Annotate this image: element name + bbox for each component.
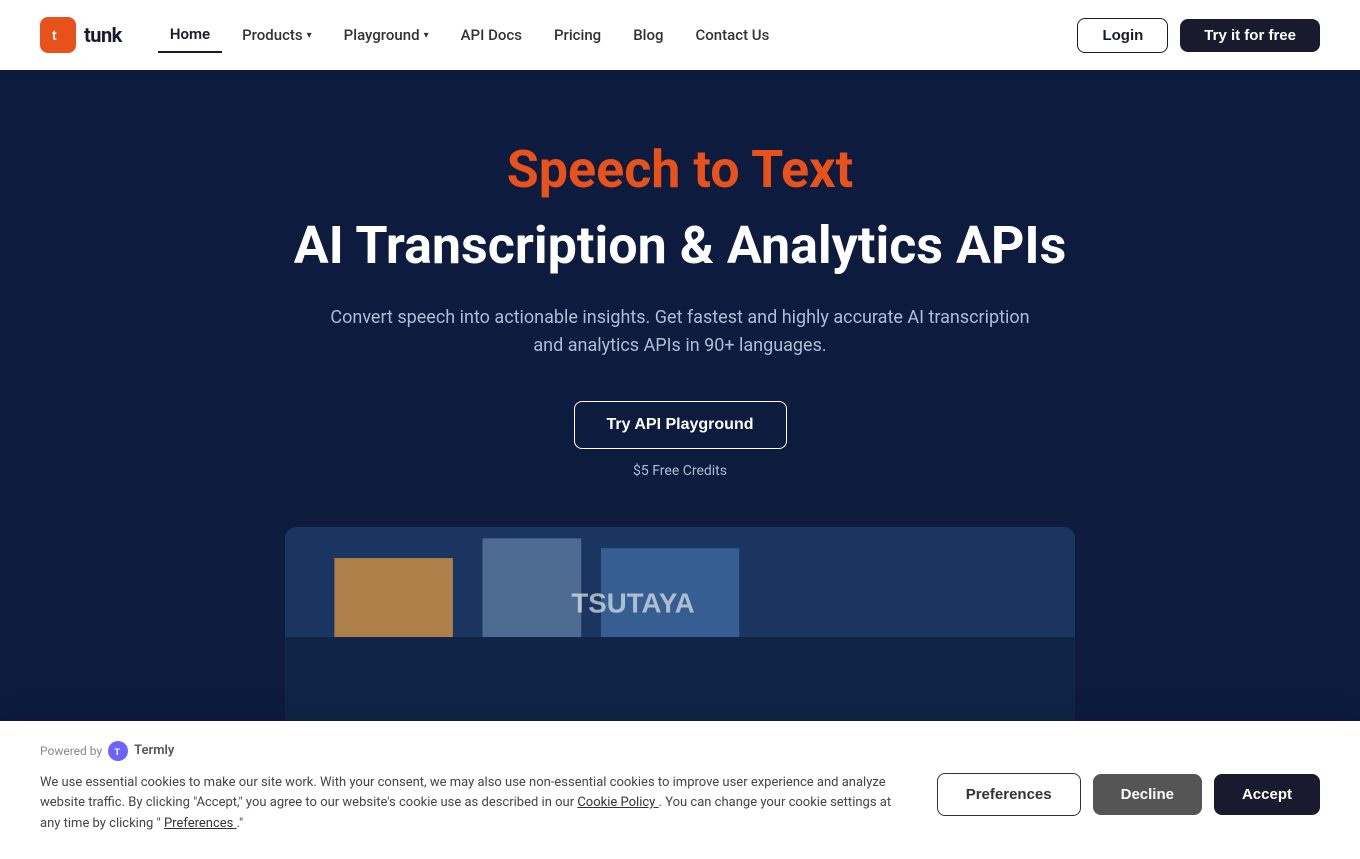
nav-playground[interactable]: Playground ▾ (332, 18, 441, 52)
nav-blog[interactable]: Blog (621, 18, 675, 52)
navbar: t tunk Home Products ▾ Playground ▾ API … (0, 0, 1360, 70)
nav-pricing[interactable]: Pricing (542, 18, 613, 52)
hero-subtitle: Convert speech into actionable insights.… (330, 304, 1030, 362)
nav-home[interactable]: Home (158, 17, 222, 53)
preferences-button[interactable]: Preferences (937, 773, 1081, 816)
accept-button[interactable]: Accept (1214, 774, 1320, 815)
nav-products[interactable]: Products ▾ (230, 18, 324, 52)
termly-label: Termly (134, 743, 174, 758)
products-chevron-icon: ▾ (307, 30, 312, 41)
login-button[interactable]: Login (1077, 18, 1168, 53)
cookie-text: We use essential cookies to make our sit… (40, 773, 897, 835)
try-api-playground-button[interactable]: Try API Playground (574, 401, 787, 449)
nav-contact[interactable]: Contact Us (684, 18, 782, 52)
navbar-right: Login Try it for free (1077, 18, 1320, 53)
hero-credits: $5 Free Credits (633, 463, 727, 479)
playground-chevron-icon: ▾ (424, 30, 429, 41)
navbar-left: t tunk Home Products ▾ Playground ▾ API … (40, 17, 781, 53)
cookie-buttons: Preferences Decline Accept (937, 773, 1320, 816)
decline-button[interactable]: Decline (1093, 774, 1202, 815)
powered-by-label: Powered by (40, 744, 102, 758)
logo-icon: t (40, 17, 76, 53)
logo[interactable]: t tunk (40, 17, 122, 53)
hero-title: AI Transcription & Analytics APIs (294, 216, 1067, 276)
svg-text:TSUTAYA: TSUTAYA (575, 608, 691, 638)
cookie-content: We use essential cookies to make our sit… (40, 773, 1320, 835)
termly-icon: T (108, 741, 128, 761)
cookie-header: Powered by T Termly (40, 741, 1320, 761)
termly-logo: Powered by T Termly (40, 741, 174, 761)
preferences-inline-link[interactable]: Preferences (164, 816, 237, 831)
nav-links: Home Products ▾ Playground ▾ API Docs Pr… (158, 17, 781, 53)
nav-api-docs[interactable]: API Docs (449, 18, 534, 52)
try-button[interactable]: Try it for free (1180, 19, 1320, 52)
svg-text:T: T (115, 747, 121, 757)
cookie-banner: Powered by T Termly We use essential coo… (0, 721, 1360, 859)
cookie-policy-link[interactable]: Cookie Policy (577, 795, 658, 810)
svg-text:t: t (52, 27, 57, 43)
logo-text: tunk (84, 23, 122, 47)
hero-tagline: Speech to Text (507, 140, 853, 200)
